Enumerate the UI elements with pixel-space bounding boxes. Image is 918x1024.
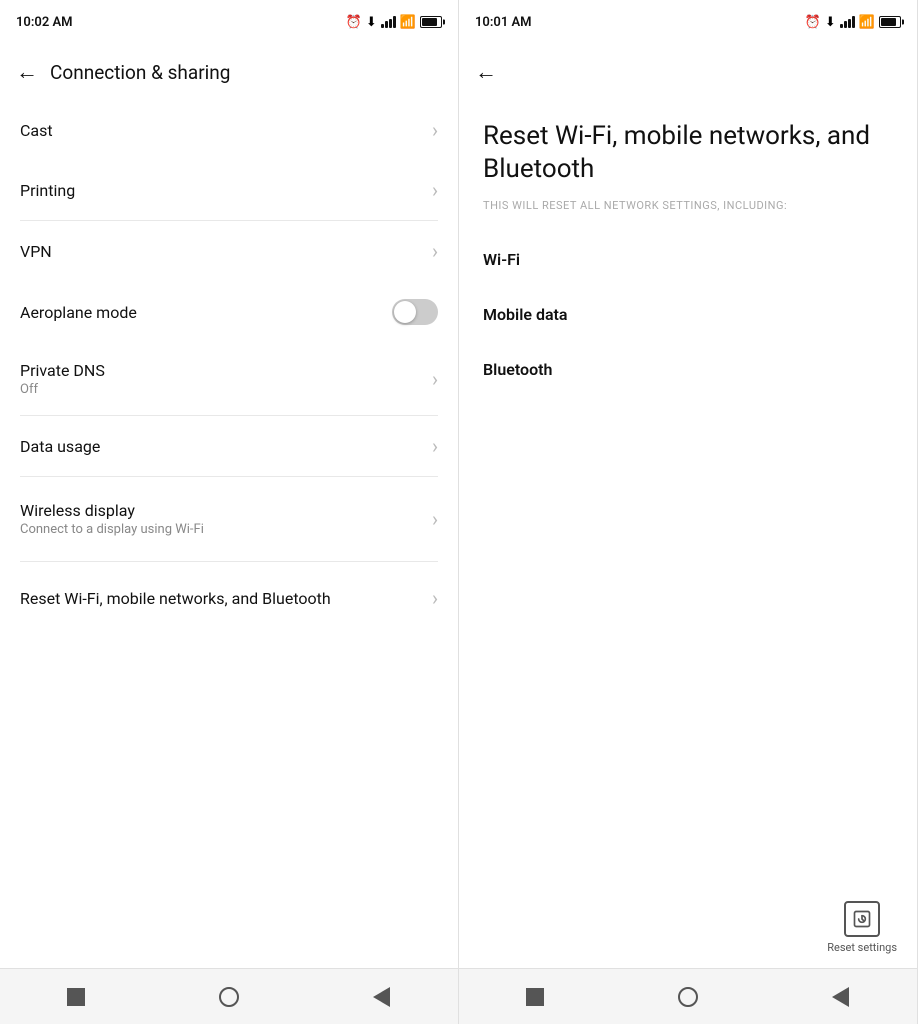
wireless-display-item[interactable]: Wireless display Connect to a display us… [0,477,458,561]
private-dns-item[interactable]: Private DNS Off › [0,343,458,415]
aeroplane-item[interactable]: Aeroplane mode [0,281,458,343]
vpn-label: VPN [20,242,432,261]
right-recent-apps-button[interactable] [519,981,551,1013]
right-wifi-icon: 📶 [859,15,875,30]
right-back-button[interactable]: ← [475,59,497,85]
right-nav-bar [459,968,917,1024]
printing-chevron: › [432,178,438,202]
data-usage-label: Data usage [20,437,432,456]
right-home-button[interactable] [672,981,704,1013]
wireless-display-chevron: › [432,507,438,531]
private-dns-subtitle: Off [20,382,432,397]
wifi-icon: 📶 [400,15,416,30]
right-download-icon: ⬇ [825,15,836,30]
left-nav-bar [0,968,458,1024]
reset-settings-label: Reset settings [827,941,897,954]
right-app-bar: ← [459,44,917,100]
vpn-chevron: › [432,239,438,263]
left-content: Cast › Printing › VPN › Aeroplane mode [0,100,458,968]
left-phone-panel: 10:02 AM ⏰ ⬇ 📶 91 ← Connection & sharing [0,0,459,1024]
alarm-icon: ⏰ [346,15,362,30]
circle-icon [219,987,239,1007]
reset-page-subtitle: THIS WILL RESET ALL NETWORK SETTINGS, IN… [459,195,917,232]
reset-settings-button[interactable]: Reset settings [827,901,897,954]
vpn-item[interactable]: VPN › [0,221,458,281]
left-back-button[interactable]: ← [16,59,38,85]
aeroplane-toggle[interactable] [392,299,438,325]
reset-icon-svg [852,909,872,929]
triangle-back-icon [373,987,390,1007]
cast-chevron: › [432,118,438,142]
toggle-knob [394,301,416,323]
battery-icon: 91 [420,16,442,28]
signal-icon [381,16,396,28]
cast-label: Cast [20,121,432,140]
data-usage-chevron: › [432,434,438,458]
reset-wifi-label: Reset Wi-Fi, mobile networks, and Blueto… [20,589,432,608]
left-recent-apps-button[interactable] [60,981,92,1013]
aeroplane-label: Aeroplane mode [20,303,392,322]
right-content: Reset Wi-Fi, mobile networks, and Blueto… [459,100,917,968]
cast-item[interactable]: Cast › [0,100,458,160]
right-status-bar: 10:01 AM ⏰ ⬇ 📶 91 [459,0,917,44]
right-square-icon [526,988,544,1006]
left-back-nav-button[interactable] [366,981,398,1013]
left-time: 10:02 AM [16,15,73,30]
bluetooth-reset-item: Bluetooth [459,342,917,397]
wireless-display-label: Wireless display [20,501,432,520]
download-icon: ⬇ [366,15,377,30]
private-dns-label: Private DNS [20,361,432,380]
right-phone-panel: 10:01 AM ⏰ ⬇ 📶 91 ← Reset Wi-Fi, mobile … [459,0,918,1024]
right-alarm-icon: ⏰ [805,15,821,30]
right-circle-icon [678,987,698,1007]
reset-wifi-chevron: › [432,586,438,610]
printing-item[interactable]: Printing › [0,160,458,220]
private-dns-chevron: › [432,367,438,391]
right-time: 10:01 AM [475,15,532,30]
wireless-display-subtitle: Connect to a display using Wi-Fi [20,522,432,537]
data-usage-item[interactable]: Data usage › [0,416,458,476]
right-triangle-back-icon [832,987,849,1007]
reset-settings-icon [844,901,880,937]
left-app-bar: ← Connection & sharing [0,44,458,100]
reset-page-title: Reset Wi-Fi, mobile networks, and Blueto… [459,100,917,195]
mobile-data-reset-item: Mobile data [459,287,917,342]
left-status-icons: ⏰ ⬇ 📶 91 [346,15,442,30]
printing-label: Printing [20,181,432,200]
wifi-reset-item: Wi-Fi [459,232,917,287]
right-status-icons: ⏰ ⬇ 📶 91 [805,15,901,30]
left-status-bar: 10:02 AM ⏰ ⬇ 📶 91 [0,0,458,44]
right-back-nav-button[interactable] [825,981,857,1013]
left-home-button[interactable] [213,981,245,1013]
left-page-title: Connection & sharing [50,61,230,84]
right-battery-icon: 91 [879,16,901,28]
right-signal-icon [840,16,855,28]
square-icon [67,988,85,1006]
reset-wifi-item[interactable]: Reset Wi-Fi, mobile networks, and Blueto… [0,562,458,634]
